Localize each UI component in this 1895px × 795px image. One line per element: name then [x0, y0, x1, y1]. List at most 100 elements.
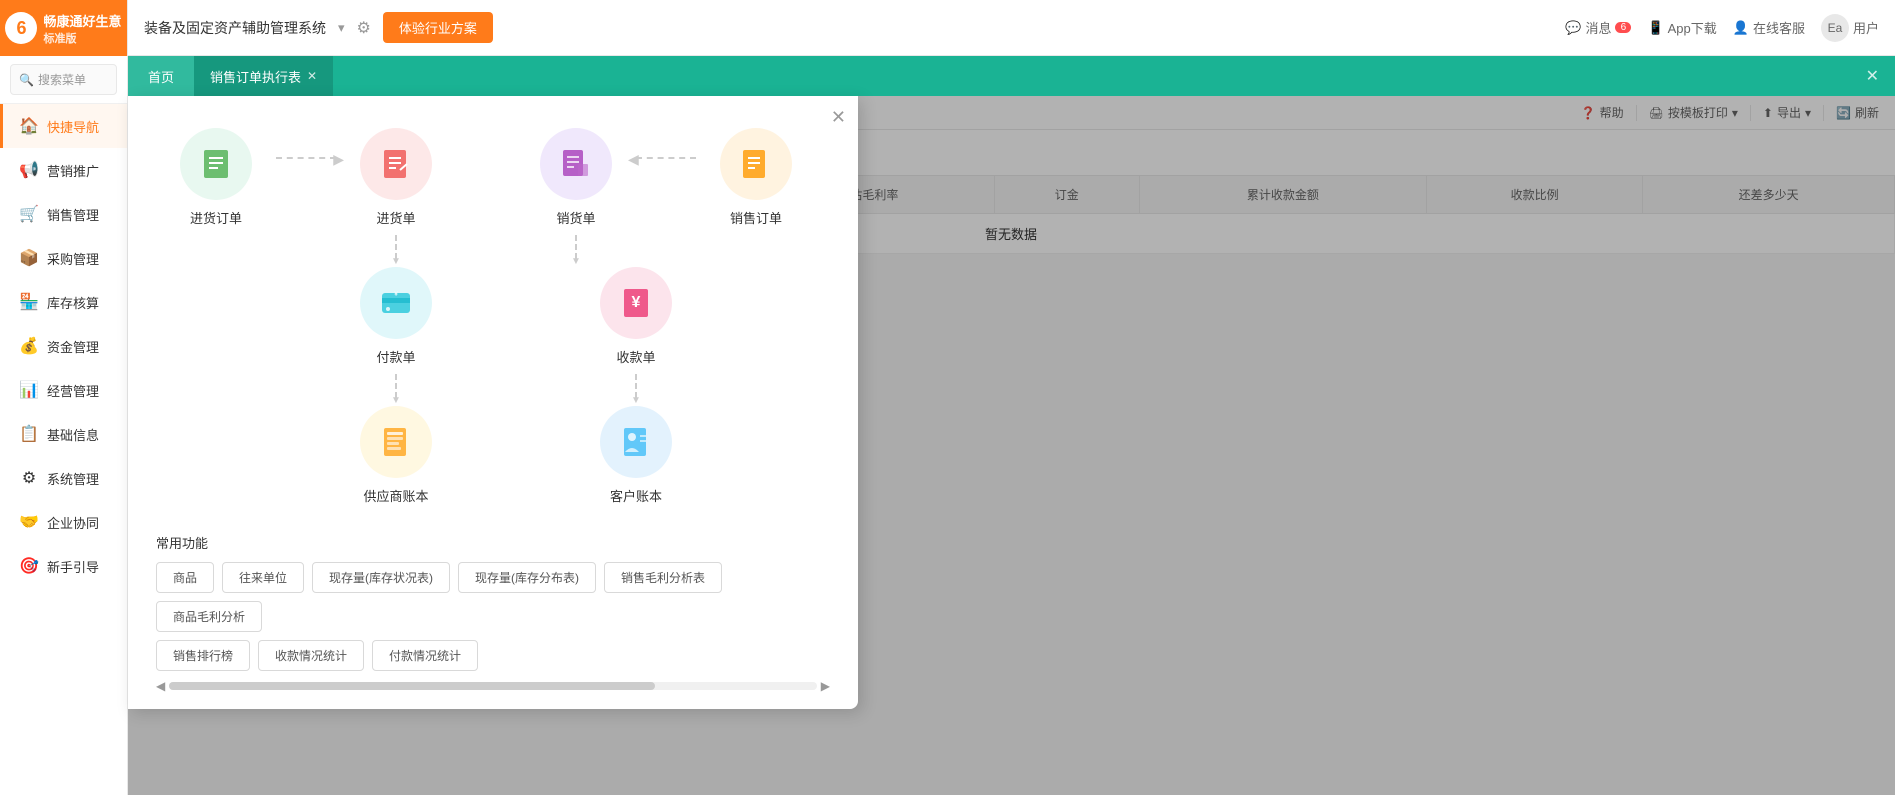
dropdown-arrow[interactable]: ▾	[338, 20, 345, 36]
topbar: 装备及固定资产辅助管理系统 ▾ ⚙ 体验行业方案 💬 消息 6 📱 App下载 …	[128, 0, 1895, 56]
svg-text:¥: ¥	[632, 294, 641, 311]
purchase-bill-circle[interactable]	[360, 128, 432, 200]
app-subtitle: 标准版	[43, 30, 121, 46]
func-btn-sales-margin[interactable]: 销售毛利分析表	[604, 562, 722, 593]
purchase-icon: 📦	[19, 248, 39, 268]
supplier-account-label: 供应商账本	[363, 486, 428, 505]
scrollbar-left-arrow[interactable]: ◀	[156, 679, 165, 693]
sidebar-item-label: 库存核算	[47, 293, 99, 312]
func-btn-sales-ranking[interactable]: 销售排行榜	[156, 640, 250, 671]
func-btn-product-margin[interactable]: 商品毛利分析	[156, 601, 262, 632]
app-download-label: App下载	[1668, 18, 1717, 37]
flow-row-arrows: ▼ ▼	[156, 235, 830, 259]
tab-home[interactable]: 首页	[128, 56, 194, 96]
sidebar-item-label: 系统管理	[47, 469, 99, 488]
sidebar-item-sales[interactable]: 🛒 销售管理	[0, 192, 127, 236]
customer-account-circle[interactable]	[600, 406, 672, 478]
online-service-item[interactable]: 👤 在线客服	[1733, 18, 1805, 37]
quick-nav-icon: 🏠	[19, 116, 39, 136]
purchase-order-circle[interactable]	[180, 128, 252, 200]
purchase-order-label: 进货订单	[190, 208, 242, 227]
func-buttons-row-1: 商品 往来单位 现存量(库存状况表) 现存量(库存分布表) 销售毛利分析表 商品…	[156, 562, 830, 632]
arrow-sales-order-to-bill: ◀	[636, 157, 696, 199]
app-icon: 📱	[1647, 20, 1663, 36]
sidebar-item-label: 营销推广	[47, 161, 99, 180]
system-name: 装备及固定资产辅助管理系统	[144, 18, 326, 38]
sidebar-item-label: 采购管理	[47, 249, 99, 268]
flow-row-1: 进货订单 ▶	[156, 120, 830, 235]
payment-bill-node: ¥ 付款单	[336, 267, 456, 366]
sales-order-circle[interactable]	[720, 128, 792, 200]
sales-icon: 🛒	[19, 204, 39, 224]
sidebar-item-newbie[interactable]: 🎯 新手引导	[0, 544, 127, 588]
sidebar-item-label: 基础信息	[47, 425, 99, 444]
newbie-icon: 🎯	[19, 556, 39, 576]
online-service-label: 在线客服	[1753, 18, 1805, 37]
message-badge: 6	[1615, 22, 1631, 33]
tab-sales-order[interactable]: 销售订单执行表 ✕	[194, 56, 333, 96]
func-btn-product[interactable]: 商品	[156, 562, 214, 593]
sidebar-item-finance[interactable]: 💰 资金管理	[0, 324, 127, 368]
payment-bill-label: 付款单	[376, 347, 415, 366]
message-icon: 💬	[1565, 20, 1581, 36]
func-btn-partners[interactable]: 往来单位	[222, 562, 304, 593]
scrollbar-track[interactable]	[169, 682, 817, 690]
close-all-tabs-button[interactable]: ✕	[1850, 56, 1895, 96]
arrow-purchase-to-bill: ▶	[276, 157, 336, 199]
user-item[interactable]: Ea 用户	[1821, 14, 1879, 42]
common-functions: 常用功能 商品 往来单位 现存量(库存状况表) 现存量(库存分布表) 销售毛利分…	[156, 533, 830, 671]
sidebar-search: 🔍 搜索菜单	[0, 56, 127, 104]
sidebar-item-system[interactable]: ⚙ 系统管理	[0, 456, 127, 500]
guide-close-button[interactable]: ✕	[831, 108, 846, 126]
settings-icon[interactable]: ⚙	[357, 18, 371, 38]
user-name: 用户	[1853, 18, 1879, 37]
tab-close-icon[interactable]: ✕	[307, 69, 317, 83]
arrow-down-purchase: ▼	[336, 235, 456, 259]
demo-button[interactable]: 体验行业方案	[383, 12, 493, 43]
supplier-account-node: 供应商账本	[336, 406, 456, 505]
sales-bill-circle[interactable]	[540, 128, 612, 200]
search-icon: 🔍	[19, 73, 34, 87]
supplier-account-circle[interactable]	[360, 406, 432, 478]
arrow-down-payment: ▼	[336, 374, 456, 398]
common-title: 常用功能	[156, 533, 830, 552]
service-icon: 👤	[1733, 20, 1749, 36]
scrollbar-thumb	[169, 682, 655, 690]
cooperation-icon: 🤝	[19, 512, 39, 532]
sales-bill-node: 销货单	[516, 128, 636, 227]
payment-bill-circle[interactable]: ¥	[360, 267, 432, 339]
flow-row-3: 供应商账本 客户账本	[156, 398, 830, 513]
avatar: Ea	[1821, 14, 1849, 42]
logo-icon: 6	[5, 12, 37, 44]
scrollbar-right-arrow[interactable]: ▶	[821, 679, 830, 693]
sidebar: 6 畅康通好生意 标准版 🔍 搜索菜单 🏠 快捷导航 📢 营销推广 🛒 销售管理…	[0, 0, 128, 795]
arrow-down-sales: ▼	[516, 235, 636, 259]
flow-row-arrows-2: ▼ ▼	[156, 374, 830, 398]
basic-icon: 📋	[19, 424, 39, 444]
sidebar-item-purchase[interactable]: 📦 采购管理	[0, 236, 127, 280]
sidebar-item-marketing[interactable]: 📢 营销推广	[0, 148, 127, 192]
tabbar: 首页 销售订单执行表 ✕ ✕	[128, 56, 1895, 96]
func-btn-payment-stats[interactable]: 付款情况统计	[372, 640, 478, 671]
sidebar-item-label: 资金管理	[47, 337, 99, 356]
sidebar-item-basic[interactable]: 📋 基础信息	[0, 412, 127, 456]
app-logo: 6 畅康通好生意 标准版	[0, 0, 127, 56]
sidebar-item-quick-nav[interactable]: 🏠 快捷导航	[0, 104, 127, 148]
func-btn-receipt-stats[interactable]: 收款情况统计	[258, 640, 364, 671]
sidebar-item-label: 新手引导	[47, 557, 99, 576]
finance-icon: 💰	[19, 336, 39, 356]
message-item[interactable]: 💬 消息 6	[1565, 18, 1631, 37]
sidebar-item-cooperation[interactable]: 🤝 企业协同	[0, 500, 127, 544]
app-download-item[interactable]: 📱 App下载	[1647, 18, 1716, 37]
search-menu-button[interactable]: 🔍 搜索菜单	[10, 64, 117, 95]
func-btn-stock-status[interactable]: 现存量(库存状况表)	[312, 562, 450, 593]
operation-icon: 📊	[19, 380, 39, 400]
func-btn-stock-dist[interactable]: 现存量(库存分布表)	[458, 562, 596, 593]
sidebar-item-label: 快捷导航	[47, 117, 99, 136]
customer-account-label: 客户账本	[610, 486, 662, 505]
receipt-bill-circle[interactable]: ¥	[600, 267, 672, 339]
sidebar-item-inventory[interactable]: 🏪 库存核算	[0, 280, 127, 324]
receipt-bill-node: ¥ 收款单	[576, 267, 696, 366]
sidebar-item-operation[interactable]: 📊 经营管理	[0, 368, 127, 412]
app-title: 畅康通好生意	[43, 11, 121, 30]
